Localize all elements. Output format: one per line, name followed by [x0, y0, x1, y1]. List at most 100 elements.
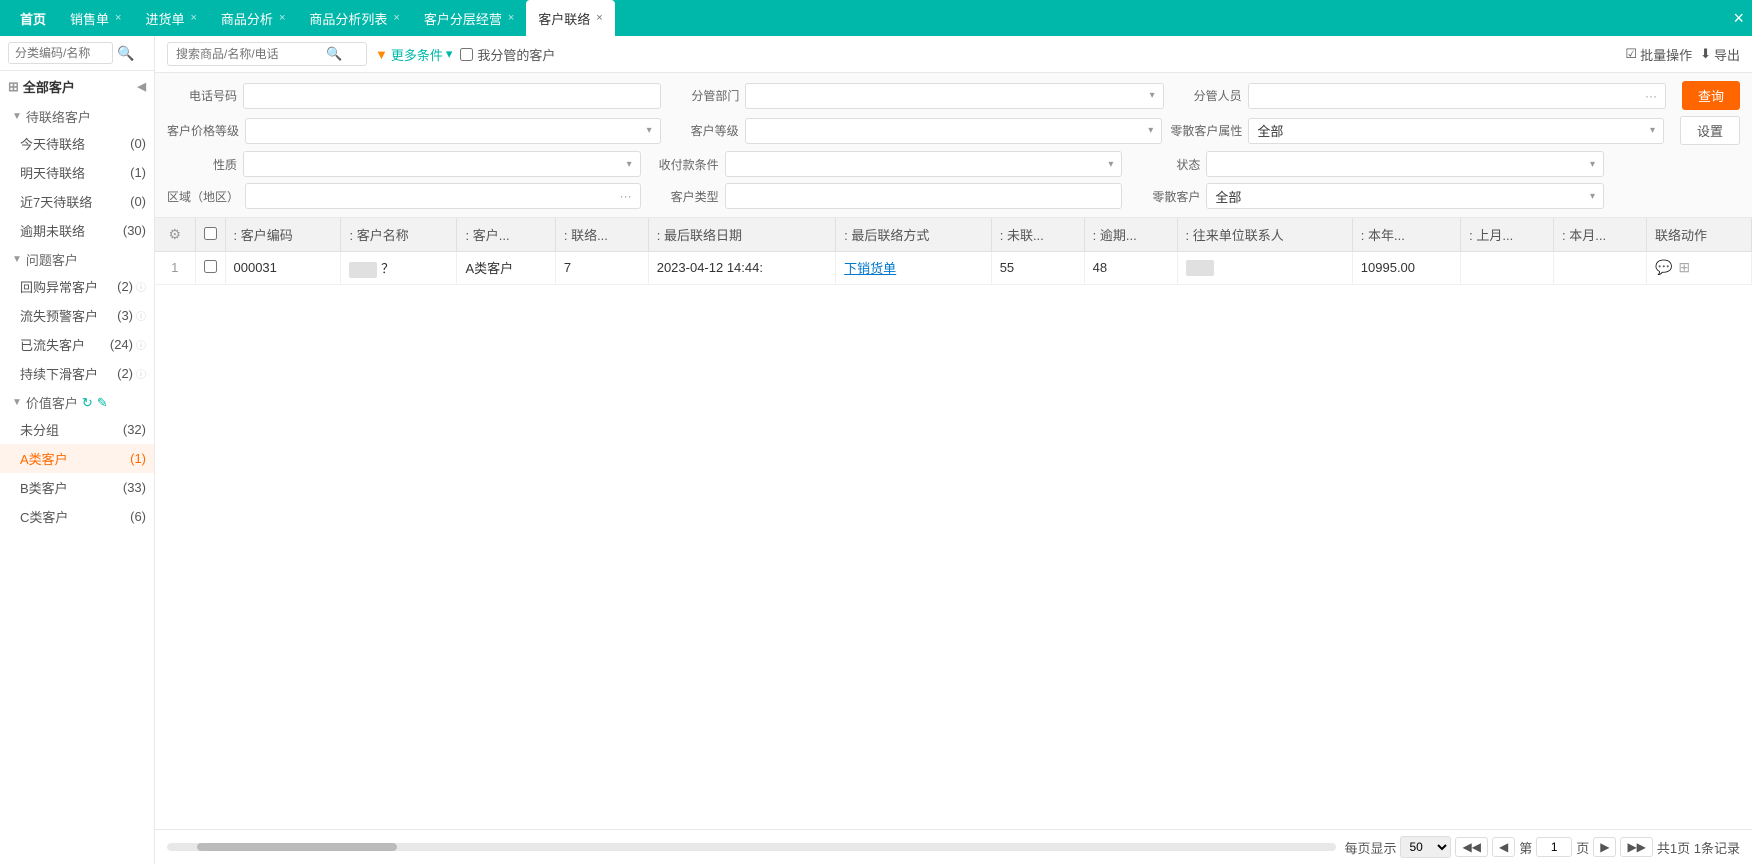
person-input[interactable]: ··· [1248, 83, 1666, 109]
phone-label: 电话号码 [167, 87, 237, 104]
info-icon-4: ⓘ [136, 366, 146, 381]
region-label: 区域（地区） [167, 188, 239, 205]
chat-action-icon[interactable]: 💬 [1655, 259, 1672, 276]
problem-customers-section[interactable]: ▼ 问题客户 [0, 245, 154, 272]
row-checkbox[interactable] [204, 260, 217, 273]
select-all-checkbox[interactable] [204, 227, 217, 240]
col-name: : 客户名称 [341, 218, 457, 252]
pending-contact-section[interactable]: ▼ 待联络客户 [0, 102, 154, 129]
sidebar-item-churned[interactable]: 已流失客户 (24) ⓘ [0, 330, 154, 359]
col-gear: ⚙ [155, 218, 195, 252]
sidebar-item-b-class[interactable]: B类客户 (33) [0, 473, 154, 502]
retail-customer-select[interactable]: 全部▾ [1206, 183, 1604, 209]
col-actions: 联络动作 [1646, 218, 1751, 252]
customer-grade-select[interactable]: ▾ [745, 118, 1163, 144]
main-search-input[interactable] [176, 47, 326, 61]
payment-select[interactable]: ▾ [725, 151, 1123, 177]
filter-icon: ▼ [375, 47, 388, 62]
nature-select[interactable]: ▾ [243, 151, 641, 177]
row-checkbox-cell [195, 252, 225, 285]
my-customers-checkbox-label[interactable]: 我分管的客户 [460, 45, 555, 64]
sidebar-item-repurchase-anomaly[interactable]: 回购异常客户 (2) ⓘ [0, 272, 154, 301]
status-field: 状态 ▾ [1130, 151, 1604, 177]
section-arrow3: ▼ [12, 397, 22, 408]
status-label: 状态 [1130, 156, 1200, 173]
sidebar-item-declining[interactable]: 持续下滑客户 (2) ⓘ [0, 359, 154, 388]
phone-input[interactable] [243, 83, 661, 109]
row-name: ？ [341, 252, 457, 285]
per-page-select[interactable]: 50 100 200 [1400, 836, 1451, 858]
first-page-button[interactable]: ◀◀ [1455, 837, 1487, 857]
row-contact-person [1177, 252, 1352, 285]
close-customer-segment-tab[interactable]: × [508, 12, 514, 24]
close-goods-analysis-tab[interactable]: × [279, 12, 285, 24]
customer-type-input[interactable] [725, 183, 1123, 209]
main-search-icon[interactable]: 🔍 [326, 46, 342, 62]
filter-row-1: 电话号码 分管部门 ▾ 分管人员 ··· 查询 [167, 81, 1740, 110]
sidebar-search-icon[interactable]: 🔍 [117, 45, 134, 62]
chevron-down-icon: ▾ [1150, 90, 1155, 101]
nav-home[interactable]: 首页 [8, 0, 58, 36]
nav-customer-segment[interactable]: 客户分层经营 × [412, 0, 526, 36]
col-this-year: : 本年... [1352, 218, 1460, 252]
sidebar-item-a-class[interactable]: A类客户 (1) [0, 444, 154, 473]
sidebar-item-churn-warning[interactable]: 流失预警客户 (3) ⓘ [0, 301, 154, 330]
export-button[interactable]: ⬇ 导出 [1700, 45, 1740, 64]
prev-page-button[interactable]: ◀ [1492, 837, 1515, 857]
person-filter-field: 分管人员 ··· [1172, 83, 1666, 109]
horizontal-scrollbar[interactable] [167, 843, 1336, 851]
edit-groups-icon[interactable]: ✎ [97, 395, 108, 411]
sidebar-item-today[interactable]: 今天待联络 (0) [0, 129, 154, 158]
dept-select[interactable]: ▾ [745, 83, 1163, 109]
nav-customer-contact[interactable]: 客户联络 × [526, 0, 614, 36]
my-customers-checkbox[interactable] [460, 48, 473, 61]
last-page-button[interactable]: ▶▶ [1620, 837, 1652, 857]
filter-bar-right: ☑ 批量操作 ⬇ 导出 [1625, 45, 1740, 64]
region-input[interactable]: ··· [245, 183, 641, 209]
sidebar-search-input[interactable] [8, 42, 113, 64]
nav-purchase[interactable]: 进货单 × [133, 0, 208, 36]
nav-sales[interactable]: 销售单 × [58, 0, 133, 36]
status-select[interactable]: ▾ [1206, 151, 1604, 177]
chevron-down-icon4: ▾ [1650, 125, 1655, 136]
sidebar-item-tomorrow[interactable]: 明天待联络 (1) [0, 158, 154, 187]
sidebar-item-c-class[interactable]: C类客户 (6) [0, 502, 154, 531]
retail-attr-select[interactable]: 全部▾ [1248, 118, 1664, 144]
value-customers-section[interactable]: ▼ 价值客户 ↻ ✎ [0, 388, 154, 415]
next-page-button[interactable]: ▶ [1593, 837, 1616, 857]
close-sales-tab[interactable]: × [115, 12, 121, 24]
nature-field: 性质 ▾ [167, 151, 641, 177]
last-contact-method-link[interactable]: 下销货单 [844, 261, 896, 276]
dept-label: 分管部门 [669, 87, 739, 104]
more-filters-button[interactable]: ▼ 更多条件 ▾ [375, 45, 452, 64]
sidebar-item-overdue[interactable]: 逾期未联络 (30) [0, 216, 154, 245]
close-all-button[interactable]: × [1733, 8, 1744, 29]
col-checkbox [195, 218, 225, 252]
refresh-icon[interactable]: ↻ [82, 395, 93, 411]
close-goods-analysis-list-tab[interactable]: × [393, 12, 399, 24]
customers-table: ⚙ : 客户编码 : 客户名称 : 客户... [155, 218, 1752, 285]
nav-goods-analysis[interactable]: 商品分析 × [209, 0, 297, 36]
sidebar-item-7days[interactable]: 近7天待联络 (0) [0, 187, 154, 216]
col-last-month: : 上月... [1461, 218, 1554, 252]
column-settings-gear[interactable]: ⚙ [168, 226, 181, 242]
close-purchase-tab[interactable]: × [190, 12, 196, 24]
price-grade-select[interactable]: ▾ [245, 118, 661, 144]
sidebar-item-ungrouped[interactable]: 未分组 (32) [0, 415, 154, 444]
filter-row-4: 区域（地区） ··· 客户类型 零散客户 全部▾ [167, 183, 1740, 209]
close-customer-contact-tab[interactable]: × [596, 12, 602, 24]
nav-goods-analysis-list[interactable]: 商品分析列表 × [297, 0, 411, 36]
row-uncontacted: 55 [991, 252, 1084, 285]
settings-button[interactable]: 设置 [1680, 116, 1740, 145]
grid-action-icon[interactable]: ⊞ [1678, 259, 1690, 276]
page-number-input[interactable] [1536, 837, 1572, 857]
retail-customer-field: 零散客户 全部▾ [1130, 183, 1604, 209]
col-overdue: : 逾期... [1084, 218, 1177, 252]
chevron-down-icon3: ▾ [1148, 125, 1153, 136]
row-this-month [1554, 252, 1647, 285]
row-num: 1 [155, 252, 195, 285]
all-customers-header[interactable]: ⊞ 全部客户 ◀ [0, 71, 154, 102]
query-button[interactable]: 查询 [1682, 81, 1740, 110]
chevron-down-icon6: ▾ [1108, 159, 1113, 170]
batch-ops-button[interactable]: ☑ 批量操作 [1625, 45, 1692, 64]
